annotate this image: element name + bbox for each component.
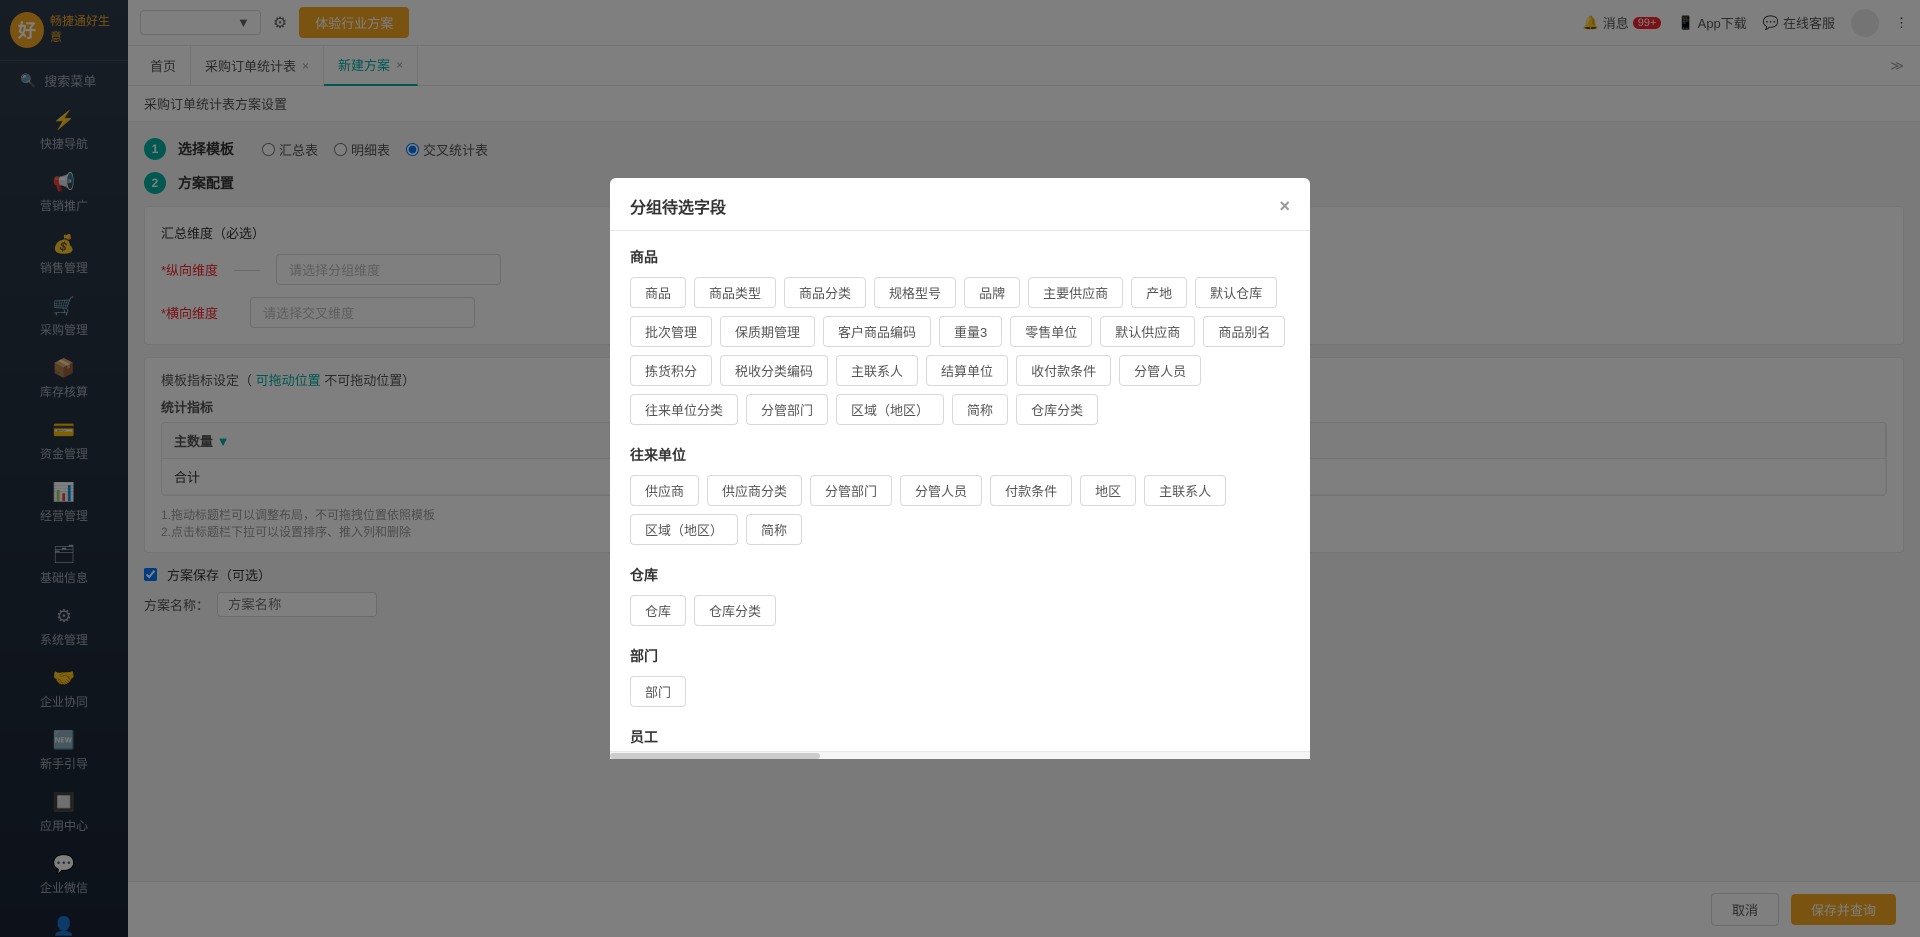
section-title-employee: 员工	[630, 727, 1290, 747]
field-tag-商品别名[interactable]: 商品别名	[1203, 316, 1285, 347]
field-tag-分管人员[interactable]: 分管人员	[900, 475, 982, 506]
hscroll-thumb	[610, 753, 820, 759]
section-title-partner: 往来单位	[630, 445, 1290, 465]
modal-title: 分组待选字段	[630, 194, 726, 218]
field-tag-区域（地区）[interactable]: 区域（地区）	[836, 394, 944, 425]
modal-close-btn[interactable]: ×	[1279, 196, 1290, 217]
field-tag-主联系人[interactable]: 主联系人	[1144, 475, 1226, 506]
field-tag-零售单位[interactable]: 零售单位	[1010, 316, 1092, 347]
section-goods: 商品商品商品类型商品分类规格型号品牌主要供应商产地默认仓库批次管理保质期管理客户…	[630, 247, 1290, 425]
field-tag-仓库分类[interactable]: 仓库分类	[1016, 394, 1098, 425]
section-partner: 往来单位供应商供应商分类分管部门分管人员付款条件地区主联系人区域（地区） 简称	[630, 445, 1290, 545]
field-tag-产地[interactable]: 产地	[1131, 277, 1187, 308]
field-tag-规格型号[interactable]: 规格型号	[874, 277, 956, 308]
field-grid-partner: 供应商供应商分类分管部门分管人员付款条件地区主联系人区域（地区） 简称	[630, 475, 1290, 545]
section-warehouse: 仓库仓库仓库分类	[630, 565, 1290, 626]
field-select-modal: 分组待选字段 × 商品商品商品类型商品分类规格型号品牌主要供应商产地默认仓库批次…	[610, 178, 1310, 759]
field-tag-重量3[interactable]: 重量3	[939, 316, 1002, 347]
field-tag-付款条件[interactable]: 付款条件	[990, 475, 1072, 506]
field-tag-批次管理[interactable]: 批次管理	[630, 316, 712, 347]
field-tag-结算单位[interactable]: 结算单位	[926, 355, 1008, 386]
field-tag-商品分类[interactable]: 商品分类	[784, 277, 866, 308]
field-tag-税收分类编码[interactable]: 税收分类编码	[720, 355, 828, 386]
field-tag-商品[interactable]: 商品	[630, 277, 686, 308]
modal-overlay: 分组待选字段 × 商品商品商品类型商品分类规格型号品牌主要供应商产地默认仓库批次…	[0, 0, 1920, 937]
field-grid-warehouse: 仓库仓库分类	[630, 595, 1290, 626]
field-tag-拣货积分[interactable]: 拣货积分	[630, 355, 712, 386]
section-department: 部门部门	[630, 646, 1290, 707]
field-tag-默认供应商[interactable]: 默认供应商	[1100, 316, 1195, 347]
field-tag-仓库[interactable]: 仓库	[630, 595, 686, 626]
field-tag-收付款条件[interactable]: 收付款条件	[1016, 355, 1111, 386]
field-tag-区域（地区）[interactable]: 区域（地区）	[630, 514, 738, 545]
field-tag-简称[interactable]: 简称	[746, 514, 802, 545]
field-tag-分管部门[interactable]: 分管部门	[810, 475, 892, 506]
field-tag-默认仓库[interactable]: 默认仓库	[1195, 277, 1277, 308]
modal-hscroll[interactable]	[610, 751, 1310, 759]
field-tag-保质期管理[interactable]: 保质期管理	[720, 316, 815, 347]
section-employee: 员工业务员	[630, 727, 1290, 751]
field-tag-供应商[interactable]: 供应商	[630, 475, 699, 506]
field-tag-供应商分类[interactable]: 供应商分类	[707, 475, 802, 506]
field-tag-主要供应商[interactable]: 主要供应商	[1028, 277, 1123, 308]
field-grid-goods: 商品商品类型商品分类规格型号品牌主要供应商产地默认仓库批次管理保质期管理客户商品…	[630, 277, 1290, 425]
field-tag-客户商品编码[interactable]: 客户商品编码	[823, 316, 931, 347]
field-tag-仓库分类[interactable]: 仓库分类	[694, 595, 776, 626]
field-tag-部门[interactable]: 部门	[630, 676, 686, 707]
section-title-warehouse: 仓库	[630, 565, 1290, 585]
field-grid-department: 部门	[630, 676, 1290, 707]
modal-header: 分组待选字段 ×	[610, 178, 1310, 231]
field-tag-分管人员[interactable]: 分管人员	[1119, 355, 1201, 386]
field-tag-简称[interactable]: 简称	[952, 394, 1008, 425]
field-tag-品牌[interactable]: 品牌	[964, 277, 1020, 308]
field-tag-商品类型[interactable]: 商品类型	[694, 277, 776, 308]
section-title-goods: 商品	[630, 247, 1290, 267]
modal-body: 商品商品商品类型商品分类规格型号品牌主要供应商产地默认仓库批次管理保质期管理客户…	[610, 231, 1310, 751]
field-tag-往来单位分类[interactable]: 往来单位分类	[630, 394, 738, 425]
field-tag-主联系人[interactable]: 主联系人	[836, 355, 918, 386]
field-tag-地区[interactable]: 地区	[1080, 475, 1136, 506]
field-tag-分管部门[interactable]: 分管部门	[746, 394, 828, 425]
section-title-department: 部门	[630, 646, 1290, 666]
